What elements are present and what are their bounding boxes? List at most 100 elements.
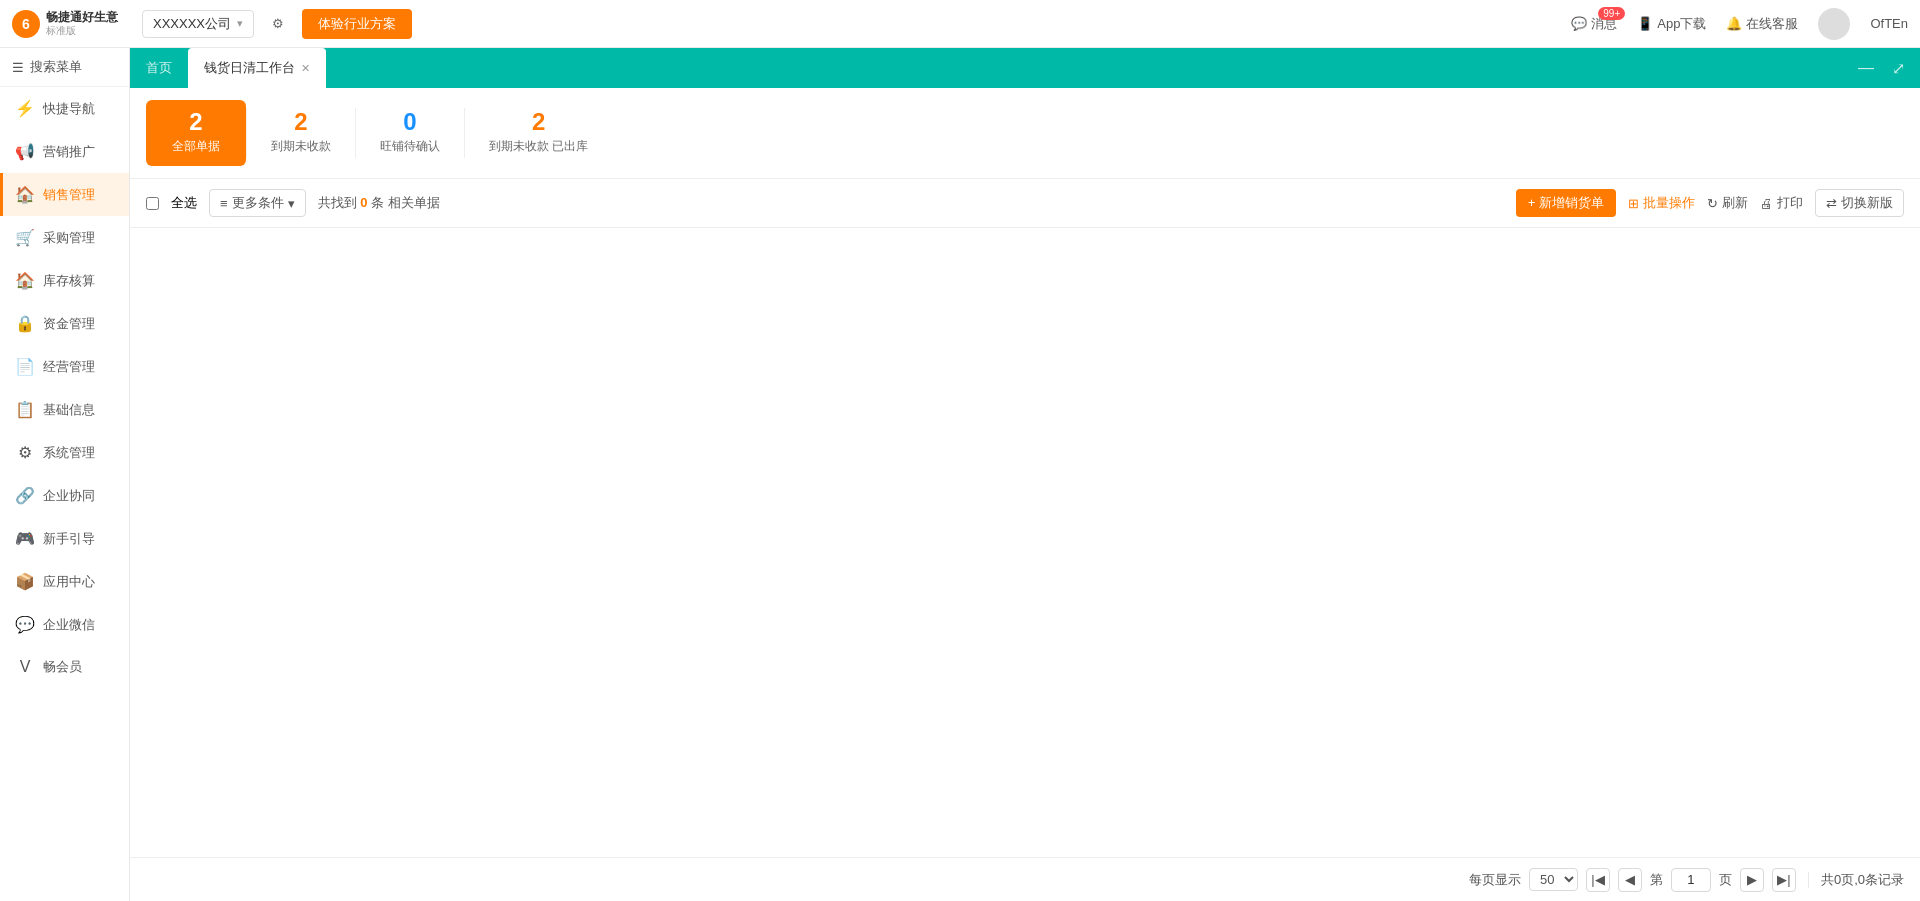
pagination-divider bbox=[1808, 872, 1809, 888]
minimize-icon[interactable]: — bbox=[1852, 54, 1880, 82]
logo-area: 6 畅捷通好生意 标准版 bbox=[12, 10, 142, 38]
search-icon: ☰ bbox=[12, 60, 24, 75]
filter-label: 更多条件 bbox=[232, 194, 284, 212]
last-page-button[interactable]: ▶| bbox=[1772, 868, 1796, 892]
card-wangpu-label: 旺铺待确认 bbox=[380, 138, 440, 155]
switch-version-button[interactable]: ⇄ 切换新版 bbox=[1815, 189, 1904, 217]
company-selector[interactable]: XXXXXX公司 ▾ bbox=[142, 10, 254, 38]
logo-main: 畅捷通好生意 bbox=[46, 10, 118, 24]
online-service-button[interactable]: 🔔 在线客服 bbox=[1726, 15, 1798, 33]
trial-button[interactable]: 体验行业方案 bbox=[302, 9, 412, 39]
page-number-input[interactable] bbox=[1671, 868, 1711, 892]
logo-sub: 标准版 bbox=[46, 25, 118, 37]
marketing-icon: 📢 bbox=[15, 142, 35, 161]
online-service-label: 在线客服 bbox=[1746, 15, 1798, 33]
logo-text: 畅捷通好生意 标准版 bbox=[46, 10, 118, 36]
sidebar-item-membership[interactable]: V 畅会员 bbox=[0, 646, 129, 688]
sidebar-item-label: 采购管理 bbox=[43, 229, 95, 247]
batch-operations-button[interactable]: ⊞ 批量操作 bbox=[1628, 194, 1695, 212]
enterprise-wechat-icon: 💬 bbox=[15, 615, 35, 634]
refresh-icon: ↻ bbox=[1707, 196, 1718, 211]
sidebar-item-marketing[interactable]: 📢 营销推广 bbox=[0, 130, 129, 173]
pagination-footer: 每页显示 50 |◀ ◀ 第 页 ▶ ▶| 共0页,0条记录 bbox=[130, 857, 1920, 901]
search-menu-label: 搜索菜单 bbox=[30, 58, 82, 76]
sidebar-item-enterprise[interactable]: 🔗 企业协同 bbox=[0, 474, 129, 517]
company-name: XXXXXX公司 bbox=[153, 15, 231, 33]
sidebar-item-label: 系统管理 bbox=[43, 444, 95, 462]
next-page-button[interactable]: ▶ bbox=[1740, 868, 1764, 892]
select-all-label: 全选 bbox=[171, 194, 197, 212]
sidebar: ☰ 搜索菜单 ⚡ 快捷导航 📢 营销推广 🏠 销售管理 🛒 采购管理 🏠 库存核… bbox=[0, 48, 130, 901]
filter-icon: ≡ bbox=[220, 196, 228, 211]
maximize-icon[interactable]: ⤢ bbox=[1884, 54, 1912, 82]
sidebar-item-purchase[interactable]: 🛒 采购管理 bbox=[0, 216, 129, 259]
operations-icon: 📄 bbox=[15, 357, 35, 376]
close-tab-icon[interactable]: ✕ bbox=[301, 62, 310, 75]
tab-home-label: 首页 bbox=[146, 59, 172, 77]
sidebar-item-label: 快捷导航 bbox=[43, 100, 95, 118]
tab-cash-daily[interactable]: 钱货日清工作台 ✕ bbox=[188, 48, 326, 88]
tab-home[interactable]: 首页 bbox=[130, 48, 188, 88]
service-icon: 🔔 bbox=[1726, 16, 1742, 31]
found-count: 0 bbox=[360, 195, 367, 210]
sidebar-item-label: 销售管理 bbox=[43, 186, 95, 204]
header: 6 畅捷通好生意 标准版 XXXXXX公司 ▾ ⚙ 体验行业方案 💬 消息 99… bbox=[0, 0, 1920, 48]
basic-info-icon: 📋 bbox=[15, 400, 35, 419]
card-overdue-unshipped[interactable]: 2 到期未收款 已出库 bbox=[465, 100, 612, 166]
card-overdue-uncollected[interactable]: 2 到期未收款 bbox=[247, 100, 355, 166]
sidebar-item-basic-info[interactable]: 📋 基础信息 bbox=[0, 388, 129, 431]
search-menu-button[interactable]: ☰ 搜索菜单 bbox=[0, 48, 129, 87]
add-sales-order-button[interactable]: + 新增销货单 bbox=[1516, 189, 1616, 217]
toolbar-right: + 新增销货单 ⊞ 批量操作 ↻ 刷新 🖨 打印 ⇄ bbox=[1516, 189, 1904, 217]
first-page-button[interactable]: |◀ bbox=[1586, 868, 1610, 892]
card-all[interactable]: 2 全部单据 bbox=[146, 100, 246, 166]
print-button[interactable]: 🖨 打印 bbox=[1760, 194, 1803, 212]
batch-label: 批量操作 bbox=[1643, 194, 1695, 212]
page-label: 第 bbox=[1650, 871, 1663, 889]
avatar[interactable] bbox=[1818, 8, 1850, 40]
filter-button[interactable]: ≡ 更多条件 ▾ bbox=[209, 189, 306, 217]
sidebar-item-inventory[interactable]: 🏠 库存核算 bbox=[0, 259, 129, 302]
sidebar-item-system[interactable]: ⚙ 系统管理 bbox=[0, 431, 129, 474]
card-overdue-unshipped-label: 到期未收款 已出库 bbox=[489, 138, 588, 155]
total-info: 共0页,0条记录 bbox=[1821, 871, 1904, 889]
app-download-button[interactable]: 📱 App下载 bbox=[1637, 15, 1706, 33]
card-all-count: 2 bbox=[189, 108, 202, 136]
sidebar-item-operations[interactable]: 📄 经营管理 bbox=[0, 345, 129, 388]
sidebar-item-sales[interactable]: 🏠 销售管理 bbox=[0, 173, 129, 216]
per-page-select[interactable]: 50 bbox=[1529, 868, 1578, 891]
user-name: OfTEn bbox=[1870, 16, 1908, 31]
per-page-label: 每页显示 bbox=[1469, 871, 1521, 889]
purchase-icon: 🛒 bbox=[15, 228, 35, 247]
chevron-down-icon: ▾ bbox=[288, 196, 295, 211]
messages-button[interactable]: 💬 消息 99+ bbox=[1571, 15, 1617, 33]
sidebar-item-guide[interactable]: 🎮 新手引导 bbox=[0, 517, 129, 560]
card-overdue-unshipped-count: 2 bbox=[532, 108, 545, 136]
message-icon: 💬 bbox=[1571, 16, 1587, 31]
sidebar-item-quick-nav[interactable]: ⚡ 快捷导航 bbox=[0, 87, 129, 130]
sidebar-item-label: 新手引导 bbox=[43, 530, 95, 548]
quick-nav-icon: ⚡ bbox=[15, 99, 35, 118]
refresh-button[interactable]: ↻ 刷新 bbox=[1707, 194, 1748, 212]
batch-icon: ⊞ bbox=[1628, 196, 1639, 211]
header-right: 💬 消息 99+ 📱 App下载 🔔 在线客服 OfTEn bbox=[1571, 8, 1908, 40]
card-wangpu-pending[interactable]: 0 旺铺待确认 bbox=[356, 100, 464, 166]
sidebar-item-enterprise-wechat[interactable]: 💬 企业微信 bbox=[0, 603, 129, 646]
print-icon: 🖨 bbox=[1760, 196, 1773, 211]
content-area: 首页 钱货日清工作台 ✕ — ⤢ 2 全部单据 2 bbox=[130, 48, 1920, 901]
switch-label: 切换新版 bbox=[1841, 194, 1893, 212]
found-text: 共找到 0 条 相关单据 bbox=[318, 194, 440, 212]
card-overdue-label: 到期未收款 bbox=[271, 138, 331, 155]
settings-button[interactable]: ⚙ bbox=[262, 8, 294, 40]
select-all-checkbox[interactable] bbox=[146, 197, 159, 210]
prev-page-button[interactable]: ◀ bbox=[1618, 868, 1642, 892]
finance-icon: 🔒 bbox=[15, 314, 35, 333]
membership-icon: V bbox=[15, 658, 35, 676]
app-download-icon: 📱 bbox=[1637, 16, 1653, 31]
card-all-label: 全部单据 bbox=[172, 138, 220, 155]
sidebar-item-finance[interactable]: 🔒 资金管理 bbox=[0, 302, 129, 345]
sidebar-item-label: 畅会员 bbox=[43, 658, 82, 676]
refresh-label: 刷新 bbox=[1722, 194, 1748, 212]
sidebar-item-app-center[interactable]: 📦 应用中心 bbox=[0, 560, 129, 603]
print-label: 打印 bbox=[1777, 194, 1803, 212]
